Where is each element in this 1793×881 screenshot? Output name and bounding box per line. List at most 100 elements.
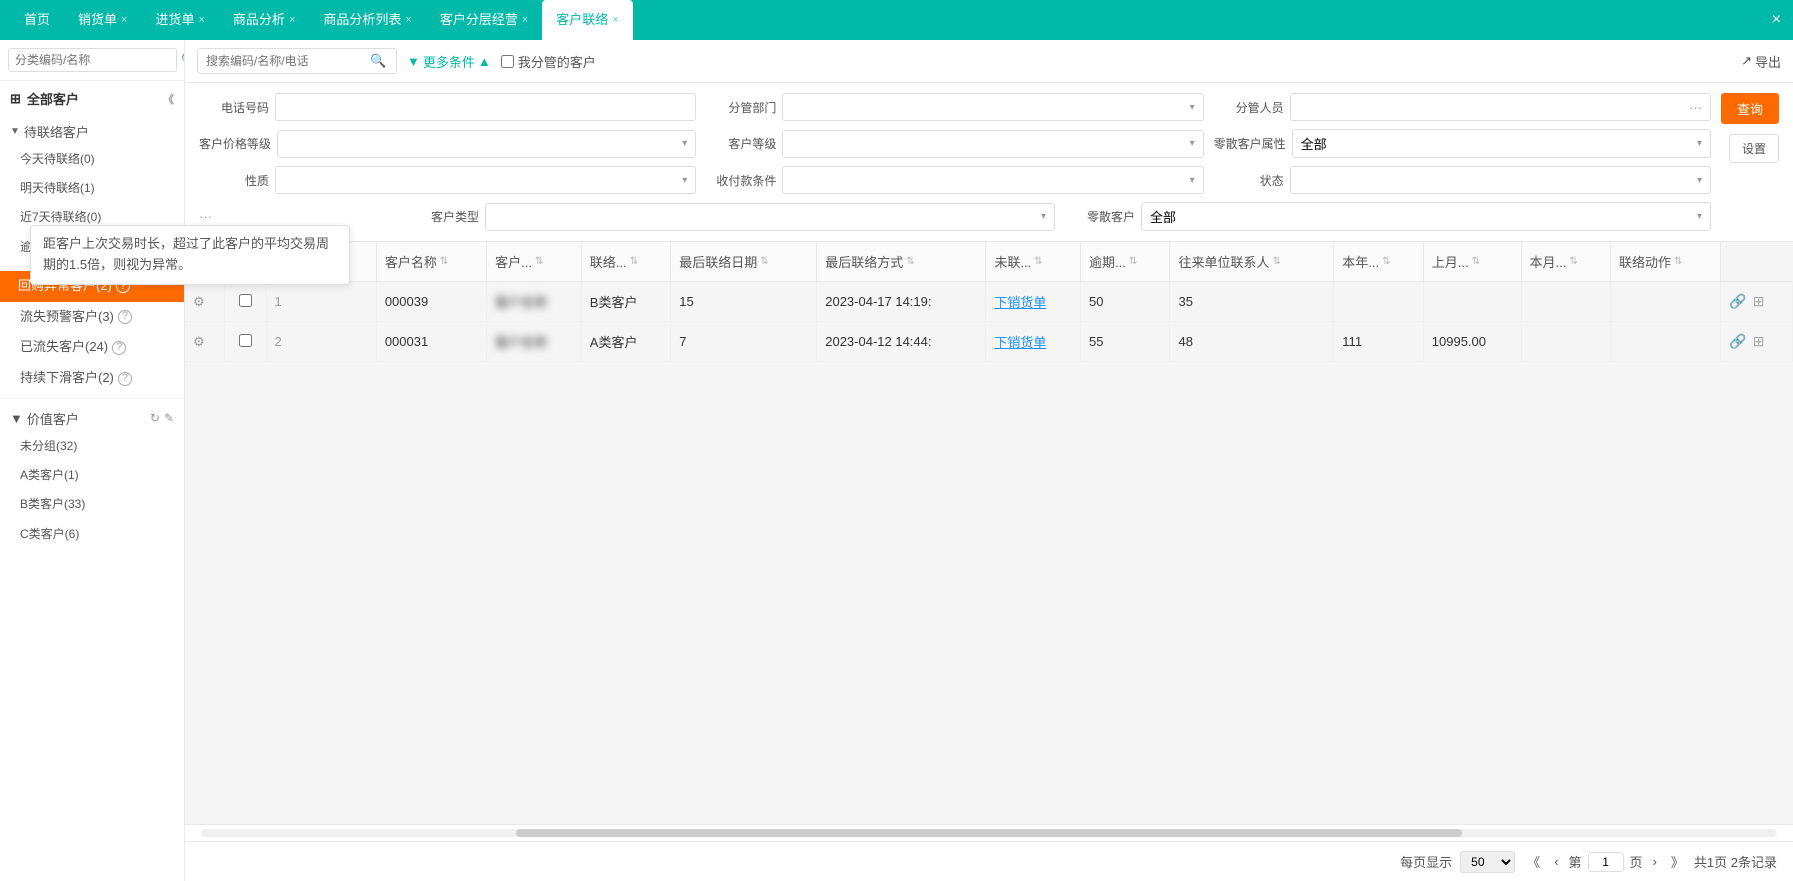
value-edit-icon[interactable]: ✎ — [164, 411, 174, 425]
row-last-method[interactable]: 下销货单 — [994, 295, 1046, 310]
my-customers-checkbox-item[interactable]: 我分管的客户 — [501, 52, 596, 71]
pending-item[interactable]: 明天待联络(1) — [0, 174, 184, 203]
horizontal-scroll[interactable] — [185, 824, 1793, 841]
scatter-attr-select[interactable]: 全部 ▾ — [1292, 129, 1711, 158]
cell-lastMonth — [1521, 322, 1610, 362]
cell-thisMonth — [1610, 322, 1720, 362]
h-scroll-bar[interactable] — [201, 829, 1777, 837]
filter-row-3: 性质 ▾ 收付款条件 ▾ — [199, 166, 1711, 194]
lost-potential-help-icon[interactable]: ? — [118, 310, 132, 324]
row-overdue: 48 — [1178, 334, 1192, 349]
table-scroll-wrap[interactable]: ⚙客户编码⇅客户名称⇅客户...⇅联络...⇅最后联络日期⇅最后联络方式⇅未联.… — [185, 242, 1793, 824]
status-field: 状态 ▾ — [1214, 166, 1711, 194]
nav-item-客户分层经营[interactable]: 客户分层经营 × — [426, 0, 542, 40]
row-num: 1 — [275, 294, 282, 309]
nav-close-icon[interactable]: × — [612, 0, 618, 40]
cell-action: 🔗⊞ — [1721, 282, 1793, 322]
h-scroll-thumb[interactable] — [516, 829, 1462, 837]
total-label: 共1页 2条记录 — [1694, 852, 1777, 871]
customer-type-select[interactable]: ▾ — [485, 203, 1055, 231]
window-close-icon[interactable]: × — [1772, 11, 1781, 29]
person-label: 分管人员 — [1214, 99, 1284, 116]
export-btn[interactable]: ↗ 导出 — [1741, 52, 1781, 71]
link-icon[interactable]: 🔗 — [1729, 293, 1746, 310]
nav-item-销货单[interactable]: 销货单 × — [64, 0, 141, 40]
payment-select[interactable]: ▾ — [782, 166, 1203, 194]
nav-close-icon[interactable]: × — [198, 0, 204, 40]
value-group-header[interactable]: ▼ 价值客户 ↻ ✎ — [0, 403, 184, 432]
col-type[interactable]: 客户...⇅ — [487, 242, 582, 282]
value-item[interactable]: 未分组(32) — [0, 432, 184, 461]
nav-close-icon[interactable]: × — [522, 0, 528, 40]
link-icon[interactable]: 🔗 — [1729, 333, 1746, 350]
row4-dots[interactable]: ··· — [199, 209, 212, 224]
already-lost-help-icon[interactable]: ? — [112, 341, 126, 355]
scatter-customer-select[interactable]: 全部 ▾ — [1141, 202, 1711, 231]
customer-level-select[interactable]: ▾ — [782, 130, 1203, 158]
nav-item-商品分析[interactable]: 商品分析 × — [219, 0, 309, 40]
col-overdue[interactable]: 逾期...⇅ — [1081, 242, 1170, 282]
query-button[interactable]: 查询 — [1721, 93, 1779, 124]
col-name[interactable]: 客户名称⇅ — [376, 242, 486, 282]
sidebar-collapse-icon[interactable]: 《 — [163, 91, 174, 107]
per-page-select[interactable]: 50 20 100 — [1460, 851, 1515, 873]
nav-item-进货单[interactable]: 进货单 × — [141, 0, 218, 40]
person-select[interactable]: ··· — [1290, 93, 1711, 121]
grid-action-icon[interactable]: ⊞ — [1753, 333, 1765, 350]
more-conditions-btn[interactable]: ▼ 更多条件 ▲ — [407, 52, 491, 71]
col-contact[interactable]: 联络...⇅ — [581, 242, 670, 282]
col-lastDate[interactable]: 最后联络日期⇅ — [671, 242, 817, 282]
next-page-btn[interactable]: › — [1649, 852, 1661, 871]
grid-action-icon[interactable]: ⊞ — [1753, 293, 1765, 310]
pending-contact-group[interactable]: ▼ 待联络客户 — [0, 116, 184, 145]
first-page-btn[interactable]: 《 — [1523, 850, 1544, 873]
row-checkbox[interactable] — [239, 294, 252, 307]
cell-name: 客户名称 — [487, 282, 582, 322]
phone-input[interactable] — [275, 93, 696, 121]
value-item[interactable]: C类客户(6) — [0, 520, 184, 549]
nav-item-客户联络[interactable]: 客户联络 × — [542, 0, 632, 40]
col-lastMonth[interactable]: 上月...⇅ — [1423, 242, 1521, 282]
nav-item-商品分析列表[interactable]: 商品分析列表 × — [309, 0, 425, 40]
nav-close-icon[interactable]: × — [405, 0, 411, 40]
dept-select[interactable]: ▾ — [782, 93, 1203, 121]
col-lastMethod[interactable]: 最后联络方式⇅ — [817, 242, 986, 282]
settings-button[interactable]: 设置 — [1729, 134, 1779, 163]
cell-action: 🔗⊞ — [1721, 322, 1793, 362]
price-level-select[interactable]: ▾ — [277, 130, 696, 158]
main-search-input[interactable] — [206, 54, 366, 68]
cell-thisMonth — [1610, 282, 1720, 322]
row-settings-icon[interactable]: ⚙ — [193, 334, 205, 349]
continuous-item[interactable]: 持续下滑客户(2) ? — [0, 363, 184, 394]
more-conditions-label: 更多条件 — [423, 52, 475, 71]
nature-select[interactable]: ▾ — [275, 166, 696, 194]
nav-close-icon[interactable]: × — [121, 0, 127, 40]
cell-thisYear — [1423, 282, 1521, 322]
row-settings-icon[interactable]: ⚙ — [193, 294, 205, 309]
cell-uncontacted: 55 — [1081, 322, 1170, 362]
col-uncontacted[interactable]: 未联...⇅ — [986, 242, 1081, 282]
continuous-help-icon[interactable]: ? — [118, 372, 132, 386]
lost-potential-item[interactable]: 流失预警客户(3) ? — [0, 302, 184, 333]
value-item[interactable]: B类客户(33) — [0, 490, 184, 519]
col-action[interactable]: 联络动作⇅ — [1610, 242, 1720, 282]
prev-page-btn[interactable]: ‹ — [1550, 852, 1562, 871]
my-customers-checkbox[interactable] — [501, 55, 514, 68]
pending-item[interactable]: 今天待联络(0) — [0, 145, 184, 174]
nav-item-首页[interactable]: 首页 — [10, 0, 64, 40]
sidebar-search-input[interactable] — [8, 48, 177, 72]
value-cycle-icon[interactable]: ↻ — [150, 411, 160, 425]
row-last-method[interactable]: 下销货单 — [994, 335, 1046, 350]
col-thisMonth[interactable]: 本月...⇅ — [1521, 242, 1610, 282]
nav-close-icon[interactable]: × — [289, 0, 295, 40]
last-page-btn[interactable]: 》 — [1667, 850, 1688, 873]
col-thisYear[interactable]: 本年...⇅ — [1334, 242, 1423, 282]
already-lost-item[interactable]: 已流失客户(24) ? — [0, 332, 184, 363]
status-select[interactable]: ▾ — [1290, 166, 1711, 194]
page-input[interactable] — [1588, 852, 1624, 872]
value-item[interactable]: A类客户(1) — [0, 461, 184, 490]
main-search-icon[interactable]: 🔍 — [370, 53, 386, 69]
col-liaison[interactable]: 往来单位联系人⇅ — [1170, 242, 1334, 282]
customer-level-field: 客户等级 ▾ — [706, 130, 1203, 158]
row-checkbox[interactable] — [239, 334, 252, 347]
